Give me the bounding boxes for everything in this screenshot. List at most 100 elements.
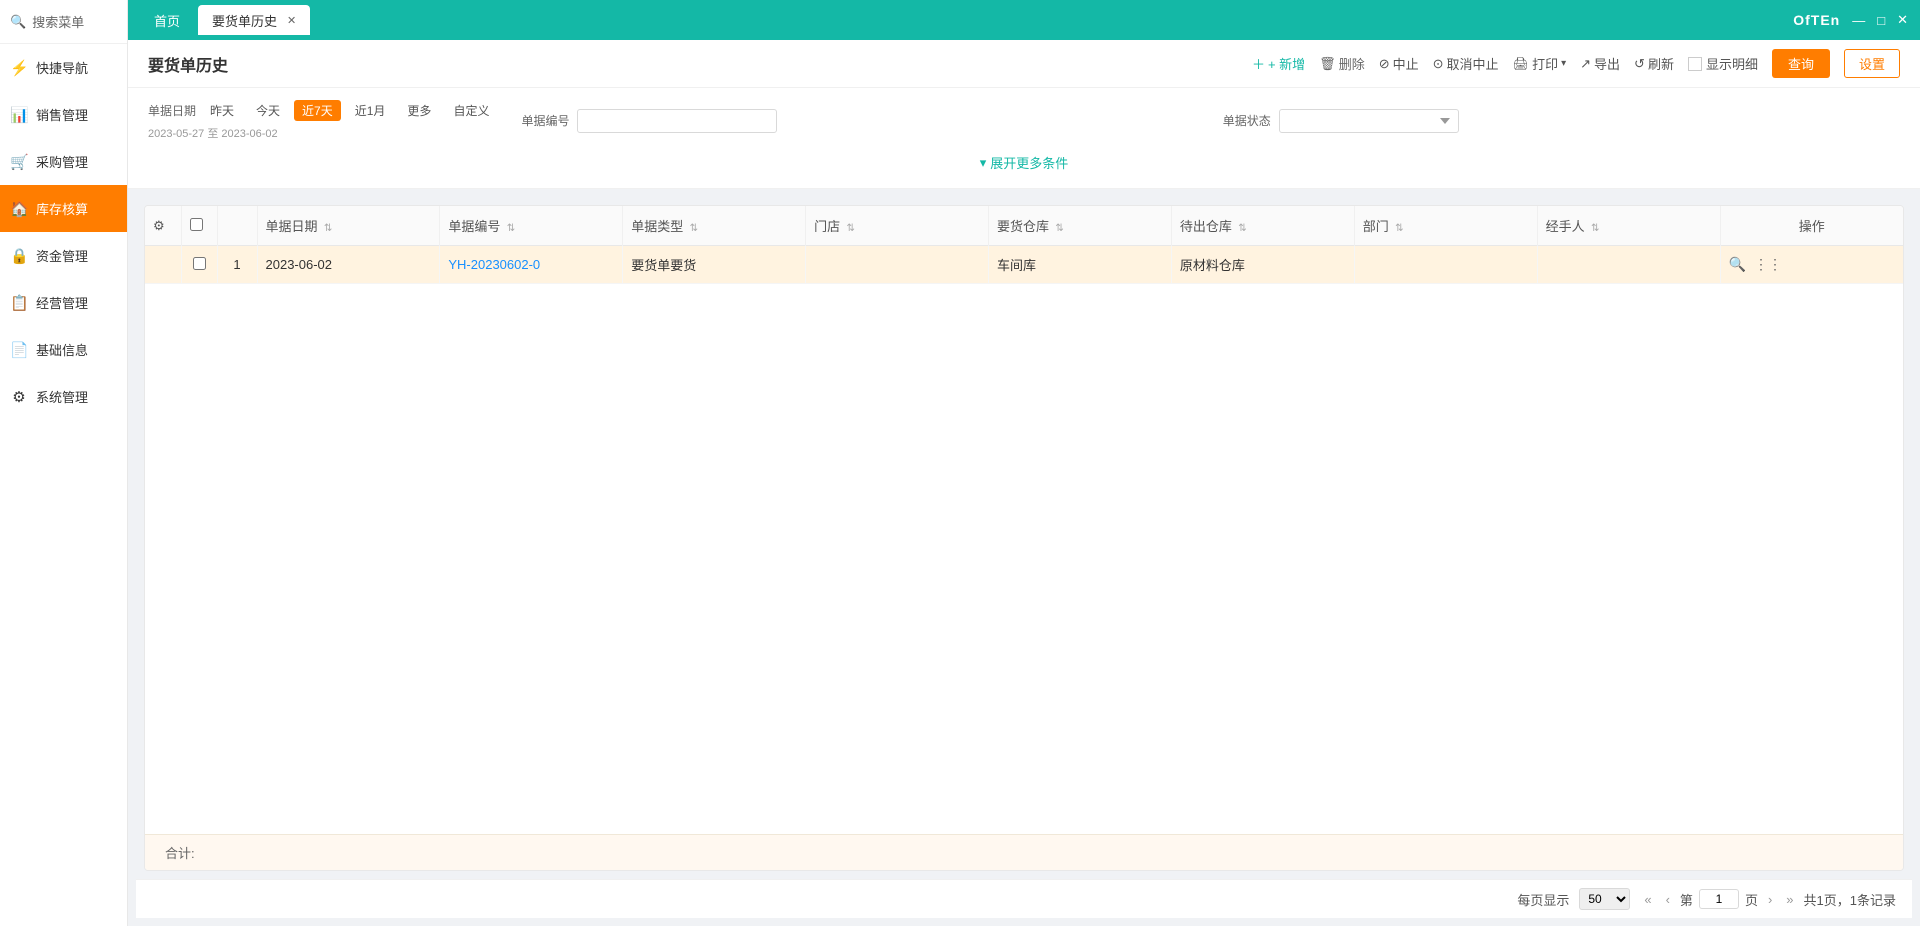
row-pending-warehouse: 原材料仓库 [1180, 258, 1245, 273]
sort-icon-req-warehouse[interactable]: ⇅ [1055, 223, 1063, 234]
settings-gear-icon[interactable]: ⚙ [153, 218, 165, 233]
col-req-warehouse: 要货仓库 ⇅ [989, 206, 1172, 246]
page-suffix: 页 [1745, 890, 1758, 909]
sidebar-item-quick-nav[interactable]: ⚡ 快捷导航 [0, 44, 127, 91]
expand-more-label: 展开更多条件 [990, 153, 1068, 172]
main-area: 首页 要货单历史 ✕ OfTEn — □ ✕ 要货单历史 ＋ + 新增 🗑 [128, 0, 1920, 926]
purchase-icon: 🛒 [10, 153, 28, 171]
window-minimize-btn[interactable]: — [1852, 13, 1865, 28]
show-detail-checkbox[interactable] [1688, 57, 1702, 71]
tab-requisition-history[interactable]: 要货单历史 ✕ [198, 5, 310, 35]
col-action: 操作 [1720, 206, 1903, 246]
date-btn-today[interactable]: 今天 [248, 100, 288, 121]
col-req-warehouse-label: 要货仓库 [997, 219, 1049, 234]
delete-icon: 🗑 [1319, 56, 1336, 72]
row-doc-number-link[interactable]: YH-20230602-0 [448, 257, 540, 272]
sidebar-item-inventory[interactable]: 🏠 库存核算 [0, 185, 127, 232]
new-button[interactable]: ＋ + 新增 [1252, 54, 1305, 73]
doc-number-input[interactable] [577, 109, 777, 133]
sidebar-item-purchase[interactable]: 🛒 采购管理 [0, 138, 127, 185]
sidebar-item-label: 资金管理 [36, 246, 88, 265]
stop-icon: ⊘ [1379, 56, 1390, 72]
last-page-btn[interactable]: » [1782, 890, 1797, 909]
sidebar-search[interactable]: 🔍 搜索菜单 [0, 0, 127, 44]
show-detail-toggle[interactable]: 显示明细 [1688, 54, 1758, 73]
sidebar-item-system[interactable]: ⚙ 系统管理 [0, 373, 127, 420]
more-action-icon[interactable]: ⋮⋮ [1754, 256, 1782, 273]
sidebar-item-basic[interactable]: 📄 基础信息 [0, 326, 127, 373]
settings-button[interactable]: 设置 [1844, 49, 1900, 78]
col-checkbox [181, 206, 217, 246]
date-btn-yesterday[interactable]: 昨天 [202, 100, 242, 121]
stop-button[interactable]: ⊘ 中止 [1379, 54, 1419, 73]
content-area: 要货单历史 ＋ + 新增 🗑 删除 ⊘ 中止 ⊙ 取消中止 [128, 40, 1920, 926]
sidebar-item-operation[interactable]: 📋 经营管理 [0, 279, 127, 326]
delete-button[interactable]: 🗑 删除 [1319, 54, 1365, 73]
sort-icon-shop[interactable]: ⇅ [846, 223, 854, 234]
refresh-button[interactable]: ↺ 刷新 [1634, 54, 1674, 73]
col-pending-warehouse-label: 待出仓库 [1180, 219, 1232, 234]
tab-home[interactable]: 首页 [140, 5, 194, 35]
table-scroll[interactable]: ⚙ 单据日期 ⇅ [145, 206, 1903, 834]
page-input[interactable] [1699, 889, 1739, 909]
tab-close-icon[interactable]: ✕ [287, 14, 296, 27]
sidebar-item-label: 采购管理 [36, 152, 88, 171]
query-label: 查询 [1788, 54, 1814, 73]
total-info: 共1页，1条记录 [1804, 890, 1896, 909]
sort-icon-handler[interactable]: ⇅ [1591, 223, 1599, 234]
quick-nav-icon: ⚡ [10, 59, 28, 77]
first-page-btn[interactable]: « [1640, 890, 1655, 909]
row-department-cell [1354, 246, 1537, 284]
sort-icon-department[interactable]: ⇅ [1395, 223, 1403, 234]
search-icon: 🔍 [10, 14, 26, 30]
window-maximize-btn[interactable]: □ [1877, 13, 1885, 28]
page-label: 第 [1680, 890, 1693, 909]
page-nav: « ‹ 第 页 › » 共1页，1条记录 [1640, 889, 1896, 909]
col-pending-warehouse: 待出仓库 ⇅ [1171, 206, 1354, 246]
row-req-warehouse-cell: 车间库 [989, 246, 1172, 284]
print-button[interactable]: 🖨 打印 ▾ [1513, 54, 1567, 73]
row-doc-date: 2023-06-02 [266, 257, 333, 272]
new-label: + 新增 [1268, 54, 1305, 73]
sidebar-item-label: 系统管理 [36, 387, 88, 406]
table-section: ⚙ 单据日期 ⇅ [136, 197, 1912, 918]
sidebar-item-sales[interactable]: 📊 销售管理 [0, 91, 127, 138]
expand-more-btn[interactable]: ▾ 展开更多条件 [148, 149, 1900, 176]
sort-icon-pending-warehouse[interactable]: ⇅ [1238, 223, 1246, 234]
col-action-label: 操作 [1799, 219, 1825, 234]
date-range-display: 2023-05-27 至 2023-06-02 [148, 125, 497, 141]
page-header: 要货单历史 ＋ + 新增 🗑 删除 ⊘ 中止 ⊙ 取消中止 [128, 40, 1920, 88]
sort-icon-doc-date[interactable]: ⇅ [324, 223, 332, 234]
export-button[interactable]: ↗ 导出 [1580, 54, 1620, 73]
sidebar-item-finance[interactable]: 🔒 资金管理 [0, 232, 127, 279]
row-shop-cell [806, 246, 989, 284]
date-btn-more[interactable]: 更多 [399, 100, 439, 121]
row-checkbox[interactable] [193, 257, 206, 270]
inventory-icon: 🏠 [10, 200, 28, 218]
next-page-btn[interactable]: › [1764, 890, 1776, 909]
sort-icon-doc-number[interactable]: ⇅ [507, 223, 515, 234]
per-page-label: 每页显示 [1517, 890, 1569, 909]
query-button[interactable]: 查询 [1772, 49, 1830, 78]
col-doc-date-label: 单据日期 [266, 219, 318, 234]
col-doc-type: 单据类型 ⇅ [623, 206, 806, 246]
col-doc-number: 单据编号 ⇅ [440, 206, 623, 246]
date-btn-custom[interactable]: 自定义 [445, 100, 497, 121]
row-doc-number: YH-20230602-0 [448, 257, 540, 272]
table-header: ⚙ 单据日期 ⇅ [145, 206, 1903, 246]
date-btn-7days[interactable]: 近7天 [294, 100, 341, 121]
sort-icon-doc-type[interactable]: ⇅ [690, 223, 698, 234]
date-btn-1month[interactable]: 近1月 [347, 100, 394, 121]
select-all-checkbox[interactable] [190, 218, 203, 231]
window-close-btn[interactable]: ✕ [1897, 12, 1908, 28]
tab-home-label: 首页 [154, 11, 180, 30]
row-handler-cell [1537, 246, 1720, 284]
doc-status-select[interactable] [1279, 109, 1459, 133]
prev-page-btn[interactable]: ‹ [1662, 890, 1674, 909]
col-handler: 经手人 ⇅ [1537, 206, 1720, 246]
per-page-select[interactable]: 20 50 100 200 [1579, 888, 1630, 910]
view-action-icon[interactable]: 🔍 [1729, 256, 1746, 273]
finance-icon: 🔒 [10, 247, 28, 265]
sidebar-search-label: 搜索菜单 [32, 12, 84, 31]
cancel-stop-button[interactable]: ⊙ 取消中止 [1433, 54, 1499, 73]
